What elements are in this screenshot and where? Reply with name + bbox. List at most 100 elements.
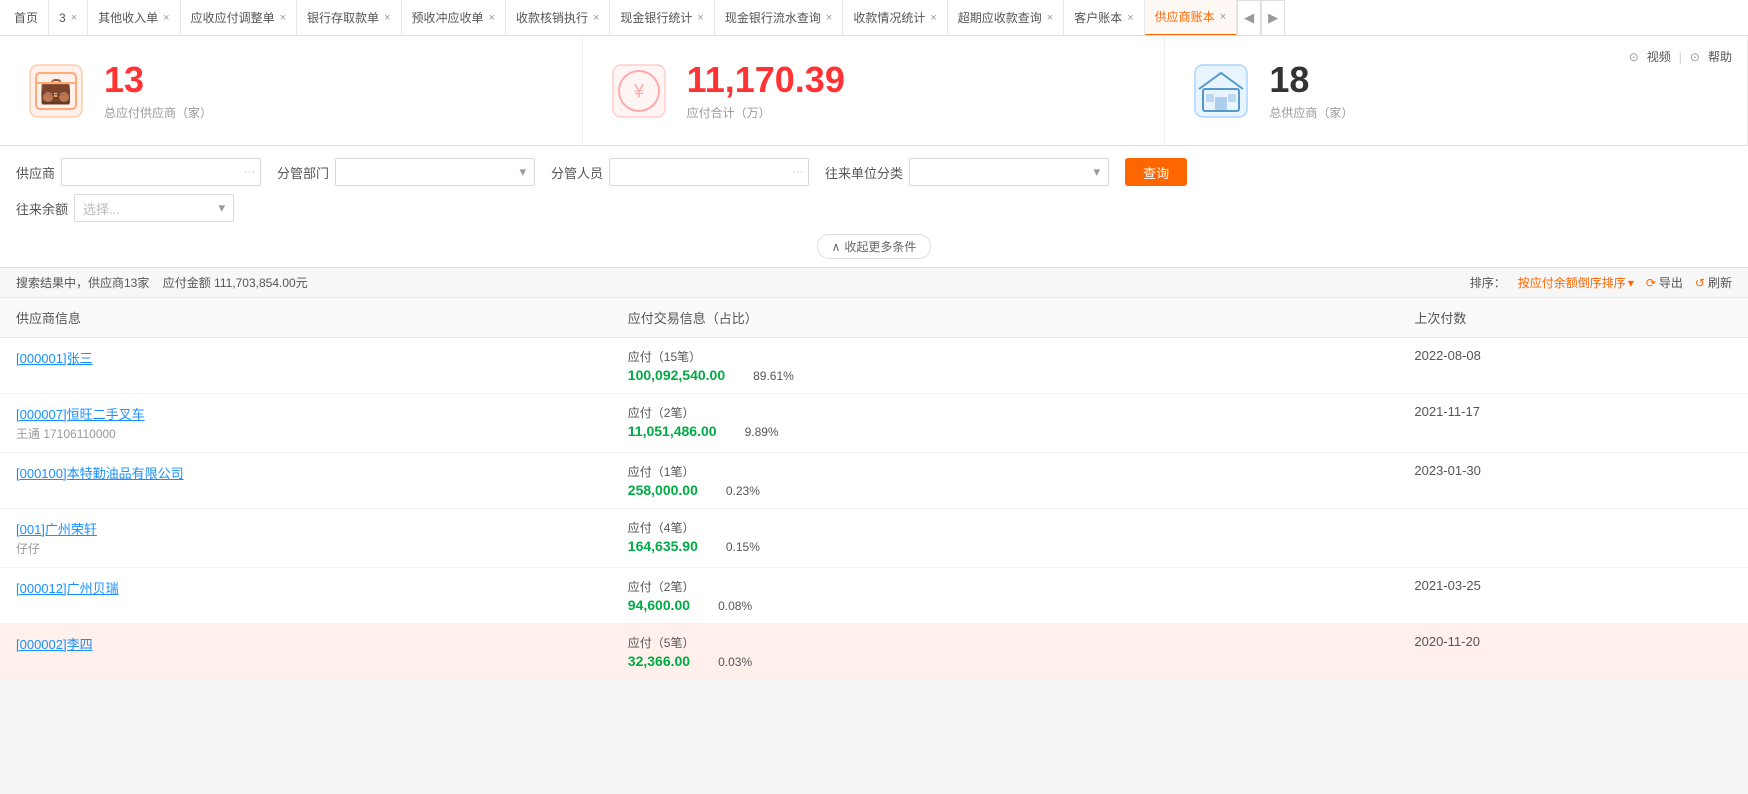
person-input[interactable] — [609, 158, 809, 186]
dept-dropdown[interactable]: ▾ — [335, 158, 535, 186]
collapse-button[interactable]: ∧ 收起更多条件 — [817, 234, 932, 259]
nav-tab-ar-ap-adjust[interactable]: 应收应付调整单 × — [181, 0, 297, 36]
last-pay-date — [1398, 509, 1748, 568]
export-icon: ⟳ — [1646, 276, 1656, 290]
balance-dropdown[interactable]: 选择... ▾ — [74, 194, 234, 222]
nav-prev-arrow[interactable]: ◀ — [1237, 0, 1261, 36]
stat-total-suppliers-number: 18 — [1269, 60, 1353, 100]
nav-tab-ar-ap-adjust-close[interactable]: × — [280, 12, 286, 24]
export-button[interactable]: ⟳ 导出 — [1646, 274, 1683, 291]
sort-dropdown[interactable]: 按应付余额倒序排序 ▾ — [1518, 274, 1634, 291]
date-value: 2021-11-17 — [1414, 404, 1480, 419]
nav-tab-receipt-verify[interactable]: 收款核销执行 × — [506, 0, 610, 36]
refresh-button[interactable]: ↺ 刷新 — [1695, 274, 1732, 291]
nav-tab-supplier-ledger-close[interactable]: × — [1220, 11, 1226, 23]
nav-tab-customer-ledger-close[interactable]: × — [1127, 12, 1133, 24]
supplier-link[interactable]: [000100]本特勤油品有限公司 — [16, 466, 184, 481]
supplier-link[interactable]: [000002]李四 — [16, 637, 93, 652]
col-header-supplier: 供应商信息 — [0, 298, 612, 338]
trade-pct: 9.89% — [729, 425, 779, 439]
nav-tab-overdue-ar[interactable]: 超期应收款查询 × — [948, 0, 1064, 36]
category-dropdown[interactable]: ▾ — [909, 158, 1109, 186]
supplier-sub-info: 王通 17106110000 — [16, 425, 596, 442]
category-arrow-icon: ▾ — [1094, 164, 1101, 180]
nav-tab-home[interactable]: 首页 — [4, 0, 49, 36]
supplier-sub-info: 仔仔 — [16, 540, 596, 557]
nav-tab-bank-deposit-close[interactable]: × — [384, 12, 390, 24]
supplier-dots-icon: ··· — [244, 166, 255, 178]
dept-field: 分管部门 ▾ — [277, 158, 535, 186]
nav-tab-cash-flow-close[interactable]: × — [826, 12, 832, 24]
nav-tab-receipt-stat-label: 收款情况统计 — [853, 9, 925, 26]
date-value: 2021-03-25 — [1414, 578, 1481, 593]
stat-payable-suppliers-number: 13 — [104, 60, 212, 100]
result-amount: 应付金额 111,703,854.00元 — [163, 276, 308, 290]
nav-tab-other-income-label: 其他收入单 — [98, 9, 158, 26]
stats-bar: 💼 13 总应付供应商（家） ¥ 11,170.39 应付合计（万） — [0, 36, 1748, 146]
nav-tab-other-income[interactable]: 其他收入单 × — [88, 0, 180, 36]
svg-text:¥: ¥ — [633, 81, 645, 101]
supplier-input[interactable] — [61, 158, 261, 186]
sort-label: 排序： — [1470, 274, 1506, 291]
query-button[interactable]: 查询 — [1125, 158, 1187, 186]
date-value: 2023-01-30 — [1414, 463, 1481, 478]
table-row: [001]广州荣轩仔仔 应付（4笔） 164,635.90 0.15% — [0, 509, 1748, 568]
supplier-link[interactable]: [000001]张三 — [16, 351, 93, 366]
stat-total-payable-label: 应付合计（万） — [687, 104, 845, 121]
sort-value: 按应付余额倒序排序 — [1518, 274, 1626, 291]
nav-tab-cash-flow-label: 现金银行流水查询 — [725, 9, 821, 26]
refresh-icon: ↺ — [1695, 276, 1705, 290]
person-field: 分管人员 ··· — [551, 158, 809, 186]
nav-tab-receipt-stat[interactable]: 收款情况统计 × — [843, 0, 947, 36]
supplier-link[interactable]: [001]广州荣轩 — [16, 522, 97, 537]
trade-label: 应付（2笔） — [628, 406, 695, 420]
nav-tab-cash-bank-stat[interactable]: 现金银行统计 × — [610, 0, 714, 36]
nav-tab-cash-bank-stat-label: 现金银行统计 — [620, 9, 692, 26]
trade-amount: 164,635.90 — [628, 538, 698, 554]
help-link[interactable]: 帮助 — [1708, 48, 1732, 65]
nav-tab-3[interactable]: 3 × — [49, 0, 88, 36]
video-link[interactable]: 视频 — [1647, 48, 1671, 65]
stat-payable-suppliers: 💼 13 总应付供应商（家） — [0, 36, 583, 145]
top-navigation: 首页 3 × 其他收入单 × 应收应付调整单 × 银行存取款单 × 预收冲应收单… — [0, 0, 1748, 36]
supplier-link[interactable]: [000007]恒旺二手叉车 — [16, 407, 145, 422]
balance-field: 往来余额 选择... ▾ — [16, 194, 234, 222]
stat-total-suppliers-content: 18 总供应商（家） — [1269, 60, 1353, 121]
nav-tab-receipt-stat-close[interactable]: × — [930, 12, 936, 24]
person-label: 分管人员 — [551, 163, 603, 182]
trade-cell: 应付（2笔） 11,051,486.00 9.89% — [612, 394, 1399, 453]
circle-icon: ⊙ — [1629, 50, 1639, 64]
collapse-chevron-icon: ∧ — [832, 240, 841, 254]
nav-next-arrow[interactable]: ▶ — [1261, 0, 1285, 36]
nav-tab-cash-flow[interactable]: 现金银行流水查询 × — [715, 0, 843, 36]
nav-tab-bank-deposit[interactable]: 银行存取款单 × — [297, 0, 401, 36]
nav-tab-prepay-offset[interactable]: 预收冲应收单 × — [402, 0, 506, 36]
nav-tab-receipt-verify-close[interactable]: × — [593, 12, 599, 24]
trade-amount: 11,051,486.00 — [628, 423, 717, 439]
trade-pct: 89.61% — [737, 369, 794, 383]
nav-tab-other-income-close[interactable]: × — [163, 12, 169, 24]
nav-tab-3-close[interactable]: × — [71, 12, 77, 24]
nav-tab-3-label: 3 — [59, 11, 66, 25]
nav-tab-prepay-offset-close[interactable]: × — [489, 12, 495, 24]
table-row: [000100]本特勤油品有限公司 应付（1笔） 258,000.00 0.23… — [0, 453, 1748, 509]
nav-tab-customer-ledger-label: 客户账本 — [1074, 9, 1122, 26]
trade-cell: 应付（2笔） 94,600.00 0.08% — [612, 568, 1399, 624]
circle-icon2: ⊙ — [1690, 50, 1700, 64]
balance-arrow-icon: ▾ — [218, 200, 225, 216]
trade-pct: 0.23% — [710, 484, 760, 498]
trade-pct: 0.15% — [710, 540, 760, 554]
table-row: [000012]广州贝瑞 应付（2笔） 94,600.00 0.08% 2021… — [0, 568, 1748, 624]
trade-pct: 0.03% — [702, 655, 752, 669]
refresh-label: 刷新 — [1708, 274, 1732, 291]
supplier-link[interactable]: [000012]广州贝瑞 — [16, 581, 119, 596]
nav-tab-overdue-ar-close[interactable]: × — [1047, 12, 1053, 24]
col-header-lastpay: 上次付数 — [1398, 298, 1748, 338]
table-row: [000001]张三 应付（15笔） 100,092,540.00 89.61%… — [0, 338, 1748, 394]
nav-tab-customer-ledger[interactable]: 客户账本 × — [1064, 0, 1144, 36]
result-bar: 搜索结果中，供应商13家 应付金额 111,703,854.00元 排序： 按应… — [0, 268, 1748, 298]
stat-total-payable: ¥ 11,170.39 应付合计（万） — [583, 36, 1166, 145]
nav-tab-cash-bank-stat-close[interactable]: × — [697, 12, 703, 24]
nav-tab-supplier-ledger[interactable]: 供应商账本 × — [1145, 0, 1237, 36]
nav-tab-home-label: 首页 — [14, 9, 38, 26]
